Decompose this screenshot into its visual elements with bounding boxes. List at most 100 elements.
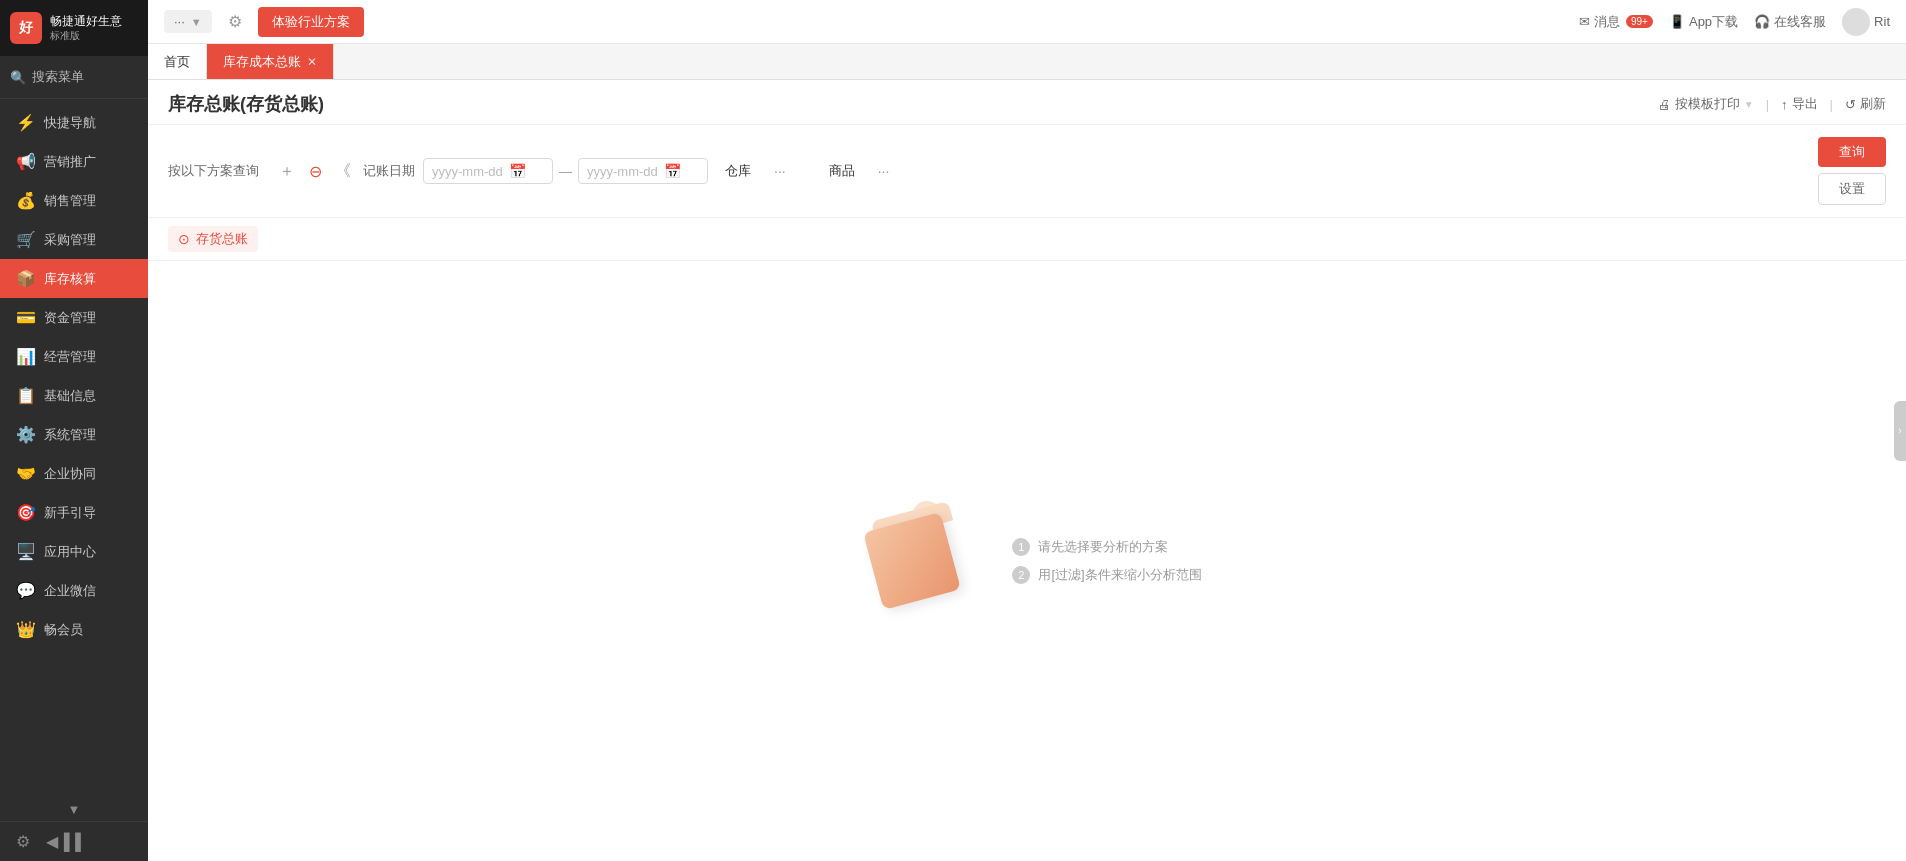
empty-state: 1 请先选择要分析的方案 2 用[过滤]条件来缩小分析范围	[148, 261, 1906, 861]
calendar-icon-end: 📅	[664, 163, 681, 179]
online-service-button[interactable]: 🎧 在线客服	[1754, 13, 1826, 31]
scheme-tag[interactable]: ⊙ 存货总账	[168, 226, 258, 252]
sidebar-item-label: 库存核算	[44, 270, 96, 288]
filter-row-main: 按以下方案查询 ＋ ⊖ 《 记账日期 yyyy-mm-dd 📅 — yyyy-m…	[168, 137, 1886, 205]
tab-close-icon[interactable]: ✕	[307, 55, 317, 69]
date-separator: —	[559, 164, 572, 179]
main-area: ··· ▼ ⚙ 体验行业方案 ✉ 消息 99+ 📱 App下载 🎧 在线客服	[148, 0, 1906, 861]
date-end-placeholder: yyyy-mm-dd	[587, 164, 658, 179]
add-filter-button[interactable]: ＋	[275, 159, 299, 183]
empty-tip-1: 1 请先选择要分析的方案	[1012, 538, 1201, 556]
finance-icon: 💳	[16, 308, 36, 327]
operation-icon: 📊	[16, 347, 36, 366]
sidebar-item-operation[interactable]: 📊 经营管理	[0, 337, 148, 376]
sidebar-item-finance[interactable]: 💳 资金管理	[0, 298, 148, 337]
date-end-input[interactable]: yyyy-mm-dd 📅	[578, 158, 708, 184]
filter-actions: ＋ ⊖ 《	[275, 159, 355, 183]
sidebar-item-quick-nav[interactable]: ⚡ 快捷导航	[0, 103, 148, 142]
refresh-icon: ↺	[1845, 97, 1856, 112]
chevron-down-icon: ▼	[191, 16, 202, 28]
settings-button[interactable]: 设置	[1818, 173, 1886, 205]
search-button[interactable]: 查询	[1818, 137, 1886, 167]
basic-icon: 📋	[16, 386, 36, 405]
sidebar-item-app-center[interactable]: 🖥️ 应用中心	[0, 532, 148, 571]
purchase-icon: 🛒	[16, 230, 36, 249]
product-more-button[interactable]: ···	[872, 161, 896, 181]
user-name: Rit	[1874, 14, 1890, 29]
app-edition: 标准版	[50, 29, 122, 43]
export-button[interactable]: ↑ 导出	[1781, 95, 1818, 113]
sidebar-item-label: 畅会员	[44, 621, 83, 639]
audio-icon[interactable]: ◀▐▐	[46, 832, 81, 851]
sidebar-item-cooperation[interactable]: 🤝 企业协同	[0, 454, 148, 493]
refresh-button[interactable]: ↺ 刷新	[1845, 95, 1886, 113]
sales-icon: 💰	[16, 191, 36, 210]
sidebar-item-label: 资金管理	[44, 309, 96, 327]
page-actions: 🖨 按模板打印 ▼ | ↑ 导出 | ↺ 刷新	[1658, 95, 1886, 113]
search-menu-button[interactable]: 🔍 搜索菜单	[10, 64, 138, 90]
header-settings-button[interactable]: ⚙	[224, 8, 246, 35]
sidebar-item-label: 快捷导航	[44, 114, 96, 132]
sidebar-item-member[interactable]: 👑 畅会员	[0, 610, 148, 649]
warehouse-select[interactable]: 仓库	[716, 157, 760, 185]
sidebar-item-inventory[interactable]: 📦 库存核算	[0, 259, 148, 298]
avatar	[1842, 8, 1870, 36]
sidebar-item-basic[interactable]: 📋 基础信息	[0, 376, 148, 415]
gear-icon: ⚙	[228, 13, 242, 30]
sidebar-item-sales[interactable]: 💰 销售管理	[0, 181, 148, 220]
sidebar-item-newbie[interactable]: 🎯 新手引导	[0, 493, 148, 532]
collapse-filter-button[interactable]: 《	[331, 159, 355, 183]
sidebar-scroll-down[interactable]: ▼	[0, 798, 148, 821]
delete-filter-button[interactable]: ⊖	[303, 159, 327, 183]
warehouse-more-button[interactable]: ···	[768, 161, 792, 181]
tip-1-text: 请先选择要分析的方案	[1038, 538, 1168, 556]
empty-tips: 1 请先选择要分析的方案 2 用[过滤]条件来缩小分析范围	[1012, 538, 1201, 584]
breadcrumb[interactable]: ··· ▼	[164, 10, 212, 33]
trial-button[interactable]: 体验行业方案	[258, 7, 364, 37]
headset-icon: 🎧	[1754, 14, 1770, 29]
empty-tip-2: 2 用[过滤]条件来缩小分析范围	[1012, 566, 1201, 584]
filter-bar: 按以下方案查询 ＋ ⊖ 《 记账日期 yyyy-mm-dd 📅 — yyyy-m…	[148, 125, 1906, 218]
sidebar: 好 畅捷通好生意 标准版 🔍 搜索菜单 ⚡ 快捷导航 📢 营销推广 💰 销售管理…	[0, 0, 148, 861]
sidebar-item-purchase[interactable]: 🛒 采购管理	[0, 220, 148, 259]
chevron-right-icon: ›	[1898, 425, 1901, 436]
sidebar-item-label: 应用中心	[44, 543, 96, 561]
tip-2-text: 用[过滤]条件来缩小分析范围	[1038, 566, 1201, 584]
product-select[interactable]: 商品	[820, 157, 864, 185]
sidebar-item-system[interactable]: ⚙️ 系统管理	[0, 415, 148, 454]
sidebar-item-label: 系统管理	[44, 426, 96, 444]
printer-icon: 🖨	[1658, 97, 1671, 112]
date-label: 记账日期	[363, 162, 415, 180]
messages-badge: 99+	[1626, 15, 1653, 28]
settings-icon[interactable]: ⚙	[16, 832, 30, 851]
tab-inventory-cost[interactable]: 库存成本总账 ✕	[207, 44, 334, 79]
sidebar-item-marketing[interactable]: 📢 营销推广	[0, 142, 148, 181]
refresh-label: 刷新	[1860, 95, 1886, 113]
tip-1-number: 1	[1012, 538, 1030, 556]
sidebar-nav: ⚡ 快捷导航 📢 营销推广 💰 销售管理 🛒 采购管理 📦 库存核算 💳 资金管…	[0, 99, 148, 798]
calendar-icon: 📅	[509, 163, 526, 179]
phone-icon: 📱	[1669, 14, 1685, 29]
print-button[interactable]: 🖨 按模板打印 ▼	[1658, 95, 1754, 113]
online-service-label: 在线客服	[1774, 13, 1826, 31]
filter-label: 按以下方案查询	[168, 162, 259, 180]
sidebar-item-wechat[interactable]: 💬 企业微信	[0, 571, 148, 610]
messages-button[interactable]: ✉ 消息 99+	[1579, 13, 1653, 31]
sidebar-search-area[interactable]: 🔍 搜索菜单	[0, 56, 148, 99]
user-profile[interactable]: Rit	[1842, 8, 1890, 36]
sidebar-item-label: 企业微信	[44, 582, 96, 600]
search-menu-label: 搜索菜单	[32, 68, 84, 86]
right-panel-toggle[interactable]: ›	[1894, 401, 1906, 461]
quick-nav-icon: ⚡	[16, 113, 36, 132]
tab-home[interactable]: 首页	[148, 44, 207, 79]
date-start-input[interactable]: yyyy-mm-dd 📅	[423, 158, 553, 184]
inventory-icon: 📦	[16, 269, 36, 288]
app-download-button[interactable]: 📱 App下载	[1669, 13, 1738, 31]
empty-illustration	[852, 501, 972, 621]
system-icon: ⚙️	[16, 425, 36, 444]
logo-icon: 好	[10, 12, 42, 44]
app-name: 畅捷通好生意	[50, 13, 122, 30]
date-start-placeholder: yyyy-mm-dd	[432, 164, 503, 179]
tab-home-label: 首页	[164, 53, 190, 71]
product-label: 商品	[829, 162, 855, 180]
